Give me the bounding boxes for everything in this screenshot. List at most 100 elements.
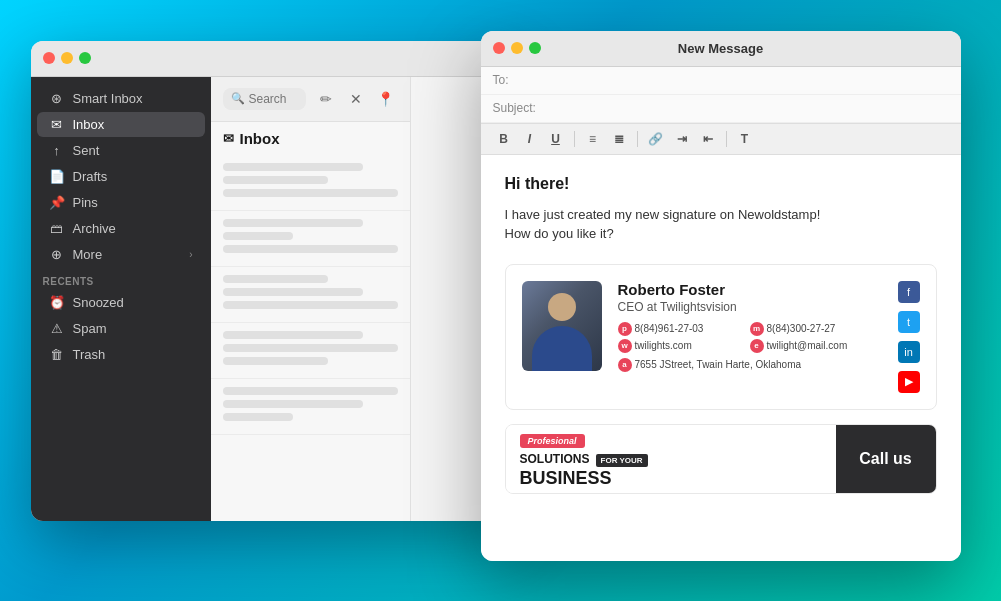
- signature-title: CEO at Twilightsvision: [618, 300, 874, 314]
- pin-icon[interactable]: 📍: [374, 87, 398, 111]
- recents-label: Recents: [31, 268, 211, 289]
- signature-website-row: w twilights.com: [618, 339, 742, 353]
- smart-inbox-icon: ⊛: [49, 91, 65, 106]
- more-chevron-icon: ›: [189, 249, 192, 260]
- sidebar-item-trash-label: Trash: [73, 347, 106, 362]
- sidebar-item-archive-label: Archive: [73, 221, 116, 236]
- compose-traffic-lights: [493, 42, 541, 54]
- banner-heading-wrap: Solutions FOR YOUR: [520, 452, 822, 469]
- italic-button[interactable]: I: [519, 128, 541, 150]
- email-line: [223, 288, 363, 296]
- underline-button[interactable]: U: [545, 128, 567, 150]
- indent-button[interactable]: ⇥: [671, 128, 693, 150]
- toolbar-separator-3: [726, 131, 727, 147]
- email-line: [223, 413, 293, 421]
- compose-fullscreen-button[interactable]: [529, 42, 541, 54]
- signature-website: twilights.com: [635, 340, 692, 351]
- fullscreen-button[interactable]: [79, 52, 91, 64]
- sidebar: ⊛ Smart Inbox ✉ Inbox ↑ Sent 📄 Drafts 📌: [31, 77, 211, 521]
- close-button[interactable]: [43, 52, 55, 64]
- close-panel-icon[interactable]: ✕: [344, 87, 368, 111]
- sidebar-item-pins[interactable]: 📌 Pins: [37, 190, 205, 215]
- email-line: [223, 301, 398, 309]
- signature-mobile: 8(84)300-27-27: [767, 323, 836, 334]
- compose-icon[interactable]: ✏: [314, 87, 338, 111]
- list-item[interactable]: [211, 323, 410, 379]
- email-line: [223, 163, 363, 171]
- facebook-social-icon[interactable]: f: [898, 281, 920, 303]
- sidebar-item-drafts[interactable]: 📄 Drafts: [37, 164, 205, 189]
- toolbar-separator-2: [637, 131, 638, 147]
- compose-toolbar: B I U ≡ ≣ 🔗 ⇥ ⇤ T: [481, 124, 961, 155]
- phone-contact-icon: p: [618, 322, 632, 336]
- drafts-icon: 📄: [49, 169, 65, 184]
- banner-solutions: Solutions: [520, 452, 590, 466]
- linkedin-social-icon[interactable]: in: [898, 341, 920, 363]
- list-item[interactable]: [211, 155, 410, 211]
- sidebar-item-inbox[interactable]: ✉ Inbox: [37, 112, 205, 137]
- scene: ⊛ Smart Inbox ✉ Inbox ↑ Sent 📄 Drafts 📌: [21, 21, 981, 581]
- inbox-header-label: ✉ Inbox: [211, 122, 410, 151]
- email-line: [223, 331, 363, 339]
- mail-app-window: ⊛ Smart Inbox ✉ Inbox ↑ Sent 📄 Drafts 📌: [31, 41, 521, 521]
- compose-titlebar: New Message: [481, 31, 961, 67]
- mobile-contact-icon: m: [750, 322, 764, 336]
- website-contact-icon: w: [618, 339, 632, 353]
- signature-phone-row: p 8(84)961-27-03: [618, 322, 742, 336]
- to-label: To:: [493, 73, 538, 87]
- sidebar-item-spam[interactable]: ⚠ Spam: [37, 316, 205, 341]
- banner-for-your: FOR YOUR: [596, 454, 648, 467]
- sidebar-item-snoozed-label: Snoozed: [73, 295, 124, 310]
- subject-input[interactable]: [544, 101, 949, 116]
- list-item[interactable]: [211, 379, 410, 435]
- sidebar-item-snoozed[interactable]: ⏰ Snoozed: [37, 290, 205, 315]
- banner-business: Business: [520, 469, 822, 487]
- youtube-social-icon[interactable]: ▶: [898, 371, 920, 393]
- link-button[interactable]: 🔗: [645, 128, 667, 150]
- sidebar-item-sent[interactable]: ↑ Sent: [37, 138, 205, 163]
- bullet-list-button[interactable]: ≡: [582, 128, 604, 150]
- sidebar-item-more[interactable]: ⊕ More ›: [37, 242, 205, 267]
- email-contact-icon: e: [750, 339, 764, 353]
- email-body-text: I have just created my new signature on …: [505, 205, 937, 244]
- email-signature: Roberto Foster CEO at Twilightsvision p …: [505, 264, 937, 410]
- subject-field-row: Subject:: [481, 95, 961, 123]
- outdent-button[interactable]: ⇤: [697, 128, 719, 150]
- search-bar[interactable]: 🔍: [223, 88, 306, 110]
- sidebar-item-trash[interactable]: 🗑 Trash: [37, 342, 205, 367]
- email-line: [223, 357, 328, 365]
- to-field-row: To:: [481, 67, 961, 95]
- inbox-title: Inbox: [240, 130, 280, 147]
- email-line: [223, 176, 328, 184]
- twitter-social-icon[interactable]: t: [898, 311, 920, 333]
- signature-phone: 8(84)961-27-03: [635, 323, 704, 334]
- font-button[interactable]: T: [734, 128, 756, 150]
- bold-button[interactable]: B: [493, 128, 515, 150]
- to-input[interactable]: [544, 73, 949, 88]
- sidebar-item-sent-label: Sent: [73, 143, 100, 158]
- signature-contacts: p 8(84)961-27-03 m 8(84)300-27-27 w twil…: [618, 322, 874, 372]
- compose-close-button[interactable]: [493, 42, 505, 54]
- sidebar-item-spam-label: Spam: [73, 321, 107, 336]
- search-input[interactable]: [249, 92, 298, 106]
- sidebar-item-smart-inbox[interactable]: ⊛ Smart Inbox: [37, 86, 205, 111]
- email-line: [223, 387, 398, 395]
- sidebar-item-archive[interactable]: 🗃 Archive: [37, 216, 205, 241]
- compose-body[interactable]: Hi there! I have just created my new sig…: [481, 155, 961, 561]
- numbered-list-button[interactable]: ≣: [608, 128, 630, 150]
- sent-icon: ↑: [49, 143, 65, 158]
- email-list-panel: 🔍 ✏ ✕ 📍 ✉ Inbox: [211, 77, 411, 521]
- list-item[interactable]: [211, 211, 410, 267]
- email-line: [223, 245, 398, 253]
- signature-info: Roberto Foster CEO at Twilightsvision p …: [618, 281, 874, 372]
- signature-mobile-row: m 8(84)300-27-27: [750, 322, 874, 336]
- signature-email: twilight@mail.com: [767, 340, 848, 351]
- address-contact-icon: a: [618, 358, 632, 372]
- email-items: [211, 151, 410, 521]
- minimize-button[interactable]: [61, 52, 73, 64]
- signature-email-row: e twilight@mail.com: [750, 339, 874, 353]
- list-item[interactable]: [211, 267, 410, 323]
- email-line: [223, 275, 328, 283]
- banner-cta-button[interactable]: Call us: [836, 425, 936, 493]
- compose-minimize-button[interactable]: [511, 42, 523, 54]
